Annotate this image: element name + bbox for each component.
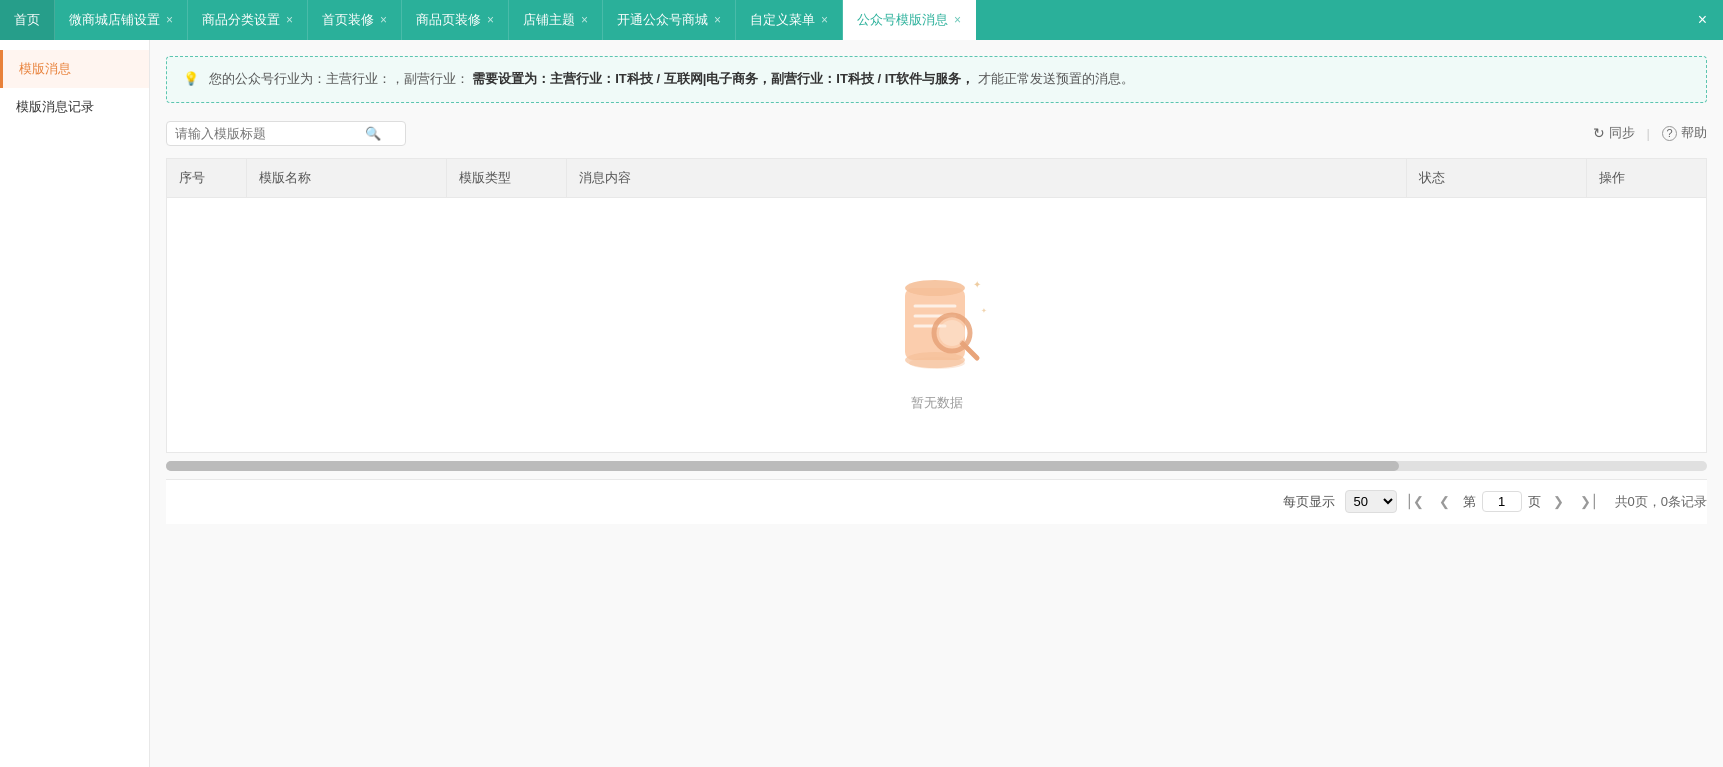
- nav-item-4[interactable]: 商品页装修×: [402, 0, 509, 40]
- table-col-2: 模版类型: [447, 158, 567, 197]
- svg-text:✦: ✦: [973, 279, 981, 290]
- total-text: 共0页，0条记录: [1615, 493, 1707, 511]
- nav-close-5[interactable]: ×: [581, 13, 588, 27]
- nav-item-1[interactable]: 微商城店铺设置×: [55, 0, 188, 40]
- nav-item-7[interactable]: 自定义菜单×: [736, 0, 843, 40]
- main-layout: 模版消息模版消息记录 💡 您的公众号行业为：主营行业：，副营行业： 需要设置为：…: [0, 40, 1723, 767]
- help-label: 帮助: [1681, 124, 1707, 142]
- nav-close-8[interactable]: ×: [954, 13, 961, 27]
- notice-box: 💡 您的公众号行业为：主营行业：，副营行业： 需要设置为：主营行业：IT科技 /…: [166, 56, 1707, 103]
- search-actions: ↻ 同步 | ? 帮助: [1593, 124, 1707, 142]
- nav-close-3[interactable]: ×: [380, 13, 387, 27]
- svg-point-9: [939, 320, 965, 346]
- svg-text:✦: ✦: [981, 307, 987, 314]
- nav-item-5[interactable]: 店铺主题×: [509, 0, 603, 40]
- table-col-4: 状态: [1407, 158, 1587, 197]
- help-button[interactable]: ? 帮助: [1662, 124, 1707, 142]
- first-page-button[interactable]: ⎮❮: [1403, 490, 1427, 514]
- divider: |: [1647, 126, 1650, 141]
- table-col-5: 操作: [1587, 158, 1707, 197]
- nav-close-2[interactable]: ×: [286, 13, 293, 27]
- nav-item-3[interactable]: 首页装修×: [308, 0, 402, 40]
- sidebar-item-1[interactable]: 模版消息记录: [0, 88, 149, 126]
- nav-close-6[interactable]: ×: [714, 13, 721, 27]
- table-col-0: 序号: [167, 158, 247, 197]
- page-label-text: 第: [1463, 493, 1476, 511]
- data-table: 序号模版名称模版类型消息内容状态操作: [166, 158, 1707, 453]
- empty-icon: ✦ ✦: [877, 258, 997, 378]
- nav-item-6[interactable]: 开通公众号商城×: [603, 0, 736, 40]
- horizontal-scrollbar[interactable]: [166, 461, 1707, 471]
- nav-close-1[interactable]: ×: [166, 13, 173, 27]
- search-icon[interactable]: 🔍: [365, 126, 381, 141]
- search-input[interactable]: [175, 126, 365, 141]
- nav-item-8[interactable]: 公众号模版消息×: [843, 0, 976, 40]
- last-page-button[interactable]: ❯⎮: [1577, 490, 1601, 514]
- nav-close-4[interactable]: ×: [487, 13, 494, 27]
- nav-item-2[interactable]: 商品分类设置×: [188, 0, 308, 40]
- next-page-button[interactable]: ❯: [1547, 490, 1571, 514]
- page-size-select[interactable]: 50 20 100: [1345, 490, 1397, 513]
- help-icon: ?: [1662, 126, 1677, 141]
- sidebar: 模版消息模版消息记录: [0, 40, 150, 767]
- content-area: 💡 您的公众号行业为：主营行业：，副营行业： 需要设置为：主营行业：IT科技 /…: [150, 40, 1723, 767]
- table-col-3: 消息内容: [567, 158, 1407, 197]
- notice-text1: 您的公众号行业为：主营行业：，副营行业：: [209, 71, 469, 86]
- sync-button[interactable]: ↻ 同步: [1593, 124, 1635, 142]
- prev-page-button[interactable]: ❮: [1433, 490, 1457, 514]
- nav-close-7[interactable]: ×: [821, 13, 828, 27]
- current-page-input[interactable]: [1482, 491, 1522, 512]
- notice-text2: 才能正常发送预置的消息。: [978, 71, 1134, 86]
- empty-text: 暂无数据: [167, 394, 1706, 412]
- table-col-1: 模版名称: [247, 158, 447, 197]
- sidebar-item-0[interactable]: 模版消息: [0, 50, 149, 88]
- sync-icon: ↻: [1593, 125, 1605, 141]
- global-close-button[interactable]: ×: [1682, 0, 1723, 40]
- svg-point-3: [905, 352, 965, 368]
- page-unit-text: 页: [1528, 493, 1541, 511]
- scrollbar-thumb: [166, 461, 1399, 471]
- pagination: 每页显示 50 20 100 ⎮❮ ❮ 第 页 ❯ ❯⎮ 共0页，0条记录: [166, 479, 1707, 524]
- notice-icon: 💡: [183, 71, 199, 86]
- search-input-wrapper: 🔍: [166, 121, 406, 146]
- svg-point-2: [905, 280, 965, 296]
- nav-item-0[interactable]: 首页: [0, 0, 55, 40]
- notice-highlight: 需要设置为：主营行业：IT科技 / 互联网|电子商务，副营行业：IT科技 / I…: [472, 71, 974, 86]
- search-bar: 🔍 ↻ 同步 | ? 帮助: [166, 121, 1707, 146]
- page-size-label: 每页显示: [1283, 493, 1335, 511]
- top-nav: 首页微商城店铺设置×商品分类设置×首页装修×商品页装修×店铺主题×开通公众号商城…: [0, 0, 1723, 40]
- sync-label: 同步: [1609, 124, 1635, 142]
- empty-state: ✦ ✦ 暂无数据: [167, 198, 1706, 452]
